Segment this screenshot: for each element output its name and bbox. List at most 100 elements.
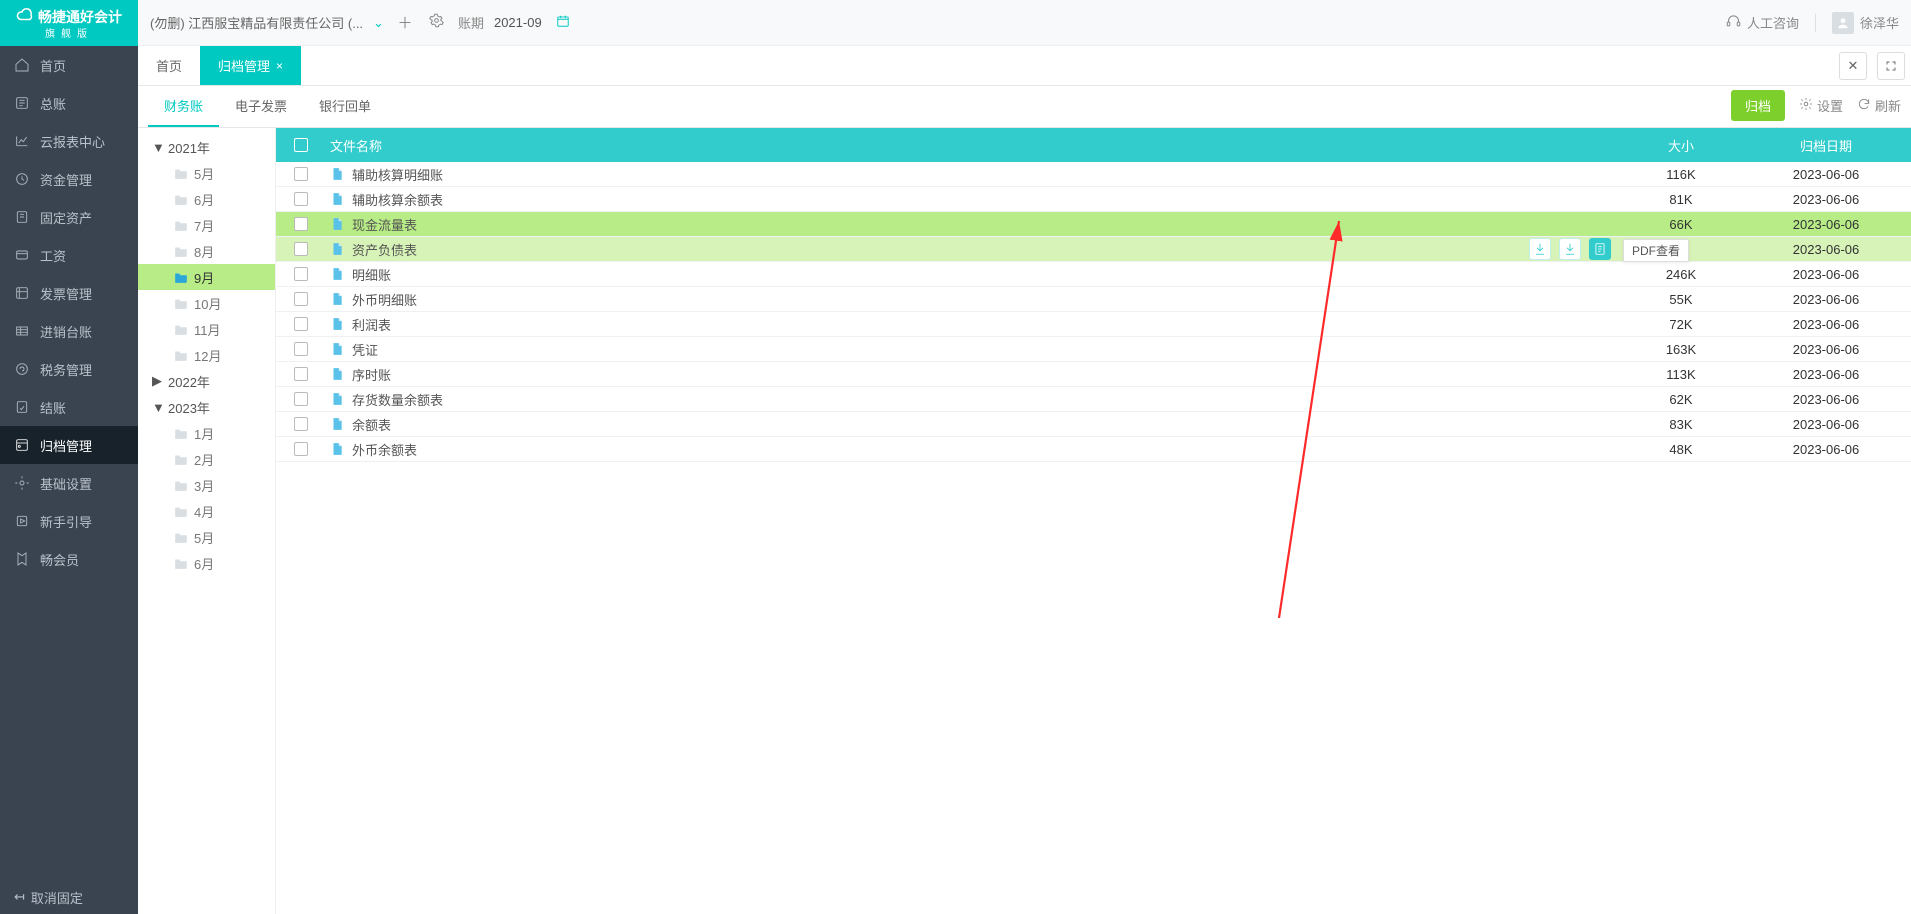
table-row[interactable]: 外币明细账55K2023-06-06 — [276, 287, 1911, 312]
tree-month[interactable]: 2月 — [138, 446, 275, 472]
file-size: 81K — [1621, 192, 1741, 207]
table-row[interactable]: 余额表83K2023-06-06 — [276, 412, 1911, 437]
tree-month[interactable]: 5月 — [138, 524, 275, 550]
sidebar-item-9[interactable]: 结账 — [0, 388, 138, 426]
tree-month[interactable]: 5月 — [138, 160, 275, 186]
row-checkbox[interactable] — [294, 267, 308, 281]
sidebar-item-13[interactable]: 畅会员 — [0, 540, 138, 578]
page-tab-label: 首页 — [156, 56, 182, 75]
tree-month-label: 7月 — [194, 216, 214, 235]
row-checkbox[interactable] — [294, 367, 308, 381]
tree-year[interactable]: ▶2022年 — [138, 368, 275, 394]
tree-month-label: 6月 — [194, 190, 214, 209]
tree-month[interactable]: 6月 — [138, 550, 275, 576]
nav-icon — [14, 475, 30, 491]
file-name: 存货数量余额表 — [352, 390, 443, 409]
refresh-icon — [1857, 97, 1871, 114]
add-button[interactable]: ＋ — [394, 12, 416, 33]
table-row[interactable]: 利润表72K2023-06-06 — [276, 312, 1911, 337]
table-row[interactable]: 外币余额表48K2023-06-06 — [276, 437, 1911, 462]
year-tree: ▼2021年5月6月7月8月9月10月11月12月▶2022年▼2023年1月2… — [138, 128, 276, 914]
sidebar-item-12[interactable]: 新手引导 — [0, 502, 138, 540]
tree-month[interactable]: 3月 — [138, 472, 275, 498]
row-checkbox[interactable] — [294, 217, 308, 231]
refresh-button[interactable]: 刷新 — [1857, 96, 1901, 115]
sidebar-item-1[interactable]: 总账 — [0, 84, 138, 122]
sidebar-item-0[interactable]: 首页 — [0, 46, 138, 84]
table-row[interactable]: 辅助核算明细账116K2023-06-06 — [276, 162, 1911, 187]
tree-year[interactable]: ▼2021年 — [138, 134, 275, 160]
tree-month[interactable]: 1月 — [138, 420, 275, 446]
user-menu[interactable]: 徐泽华 — [1832, 12, 1899, 34]
consult-button[interactable]: 人工咨询 — [1726, 13, 1799, 32]
refresh-label: 刷新 — [1875, 96, 1901, 115]
sidebar-item-10[interactable]: 归档管理 — [0, 426, 138, 464]
page-tab[interactable]: 首页 — [138, 46, 200, 85]
row-checkbox[interactable] — [294, 442, 308, 456]
select-all-checkbox[interactable] — [294, 138, 308, 152]
fullscreen-button[interactable] — [1877, 52, 1905, 80]
row-action[interactable] — [1589, 238, 1611, 260]
tree-year[interactable]: ▼2023年 — [138, 394, 275, 420]
row-checkbox[interactable] — [294, 192, 308, 206]
row-checkbox[interactable] — [294, 342, 308, 356]
close-icon[interactable]: × — [276, 59, 283, 73]
tree-month[interactable]: 6月 — [138, 186, 275, 212]
settings-label: 设置 — [1817, 96, 1843, 115]
row-checkbox[interactable] — [294, 392, 308, 406]
page-tab[interactable]: 归档管理× — [200, 46, 301, 85]
sidebar-item-11[interactable]: 基础设置 — [0, 464, 138, 502]
header-date[interactable]: 归档日期 — [1741, 136, 1911, 155]
table-row[interactable]: 资产负债表1K2023-06-06PDF查看 — [276, 237, 1911, 262]
archive-button[interactable]: 归档 — [1731, 90, 1785, 121]
company-selector[interactable]: (勿删) 江西服宝精品有限责任公司 (... — [150, 13, 363, 32]
table-row[interactable]: 存货数量余额表62K2023-06-06 — [276, 387, 1911, 412]
sidebar-item-2[interactable]: 云报表中心 — [0, 122, 138, 160]
sidebar-item-3[interactable]: 资金管理 — [0, 160, 138, 198]
header-name[interactable]: 文件名称 — [326, 136, 1621, 155]
sub-tab[interactable]: 电子发票 — [219, 86, 303, 127]
row-checkbox[interactable] — [294, 242, 308, 256]
table-row[interactable]: 现金流量表66K2023-06-06 — [276, 212, 1911, 237]
cancel-fix-button[interactable]: ↤ 取消固定 — [0, 880, 138, 914]
tree-month[interactable]: 9月 — [138, 264, 275, 290]
tree-month[interactable]: 11月 — [138, 316, 275, 342]
tree-month[interactable]: 10月 — [138, 290, 275, 316]
row-checkbox[interactable] — [294, 292, 308, 306]
row-action[interactable] — [1559, 238, 1581, 260]
gear-icon[interactable] — [426, 13, 448, 32]
file-icon — [330, 342, 344, 356]
user-name: 徐泽华 — [1860, 13, 1899, 32]
settings-button[interactable]: 设置 — [1799, 96, 1843, 115]
tree-month[interactable]: 4月 — [138, 498, 275, 524]
header-size[interactable]: 大小 — [1621, 136, 1741, 155]
file-icon — [330, 217, 344, 231]
close-tab-button[interactable]: ✕ — [1839, 52, 1867, 80]
period-value[interactable]: 2021-09 — [494, 15, 542, 30]
pin-icon: ↤ — [14, 889, 25, 905]
row-checkbox[interactable] — [294, 317, 308, 331]
row-checkbox[interactable] — [294, 417, 308, 431]
sidebar-item-7[interactable]: 进销台账 — [0, 312, 138, 350]
file-size: 116K — [1621, 167, 1741, 182]
sidebar-item-8[interactable]: 税务管理 — [0, 350, 138, 388]
sidebar-item-6[interactable]: 发票管理 — [0, 274, 138, 312]
row-checkbox[interactable] — [294, 167, 308, 181]
chevron-down-icon[interactable]: ⌄ — [373, 15, 384, 31]
sub-tab[interactable]: 银行回单 — [303, 86, 387, 127]
sub-tab[interactable]: 财务账 — [148, 86, 219, 127]
tree-month[interactable]: 8月 — [138, 238, 275, 264]
sidebar-item-label: 归档管理 — [40, 436, 92, 455]
table-row[interactable]: 明细账246K2023-06-06 — [276, 262, 1911, 287]
row-action[interactable] — [1529, 238, 1551, 260]
table-row[interactable]: 辅助核算余额表81K2023-06-06 — [276, 187, 1911, 212]
folder-icon — [174, 193, 188, 205]
sidebar-item-5[interactable]: 工资 — [0, 236, 138, 274]
sidebar-item-4[interactable]: 固定资产 — [0, 198, 138, 236]
calendar-icon[interactable] — [556, 14, 570, 31]
tree-month[interactable]: 12月 — [138, 342, 275, 368]
table-row[interactable]: 序时账113K2023-06-06 — [276, 362, 1911, 387]
tree-month[interactable]: 7月 — [138, 212, 275, 238]
table-row[interactable]: 凭证163K2023-06-06 — [276, 337, 1911, 362]
file-name: 辅助核算余额表 — [352, 190, 443, 209]
